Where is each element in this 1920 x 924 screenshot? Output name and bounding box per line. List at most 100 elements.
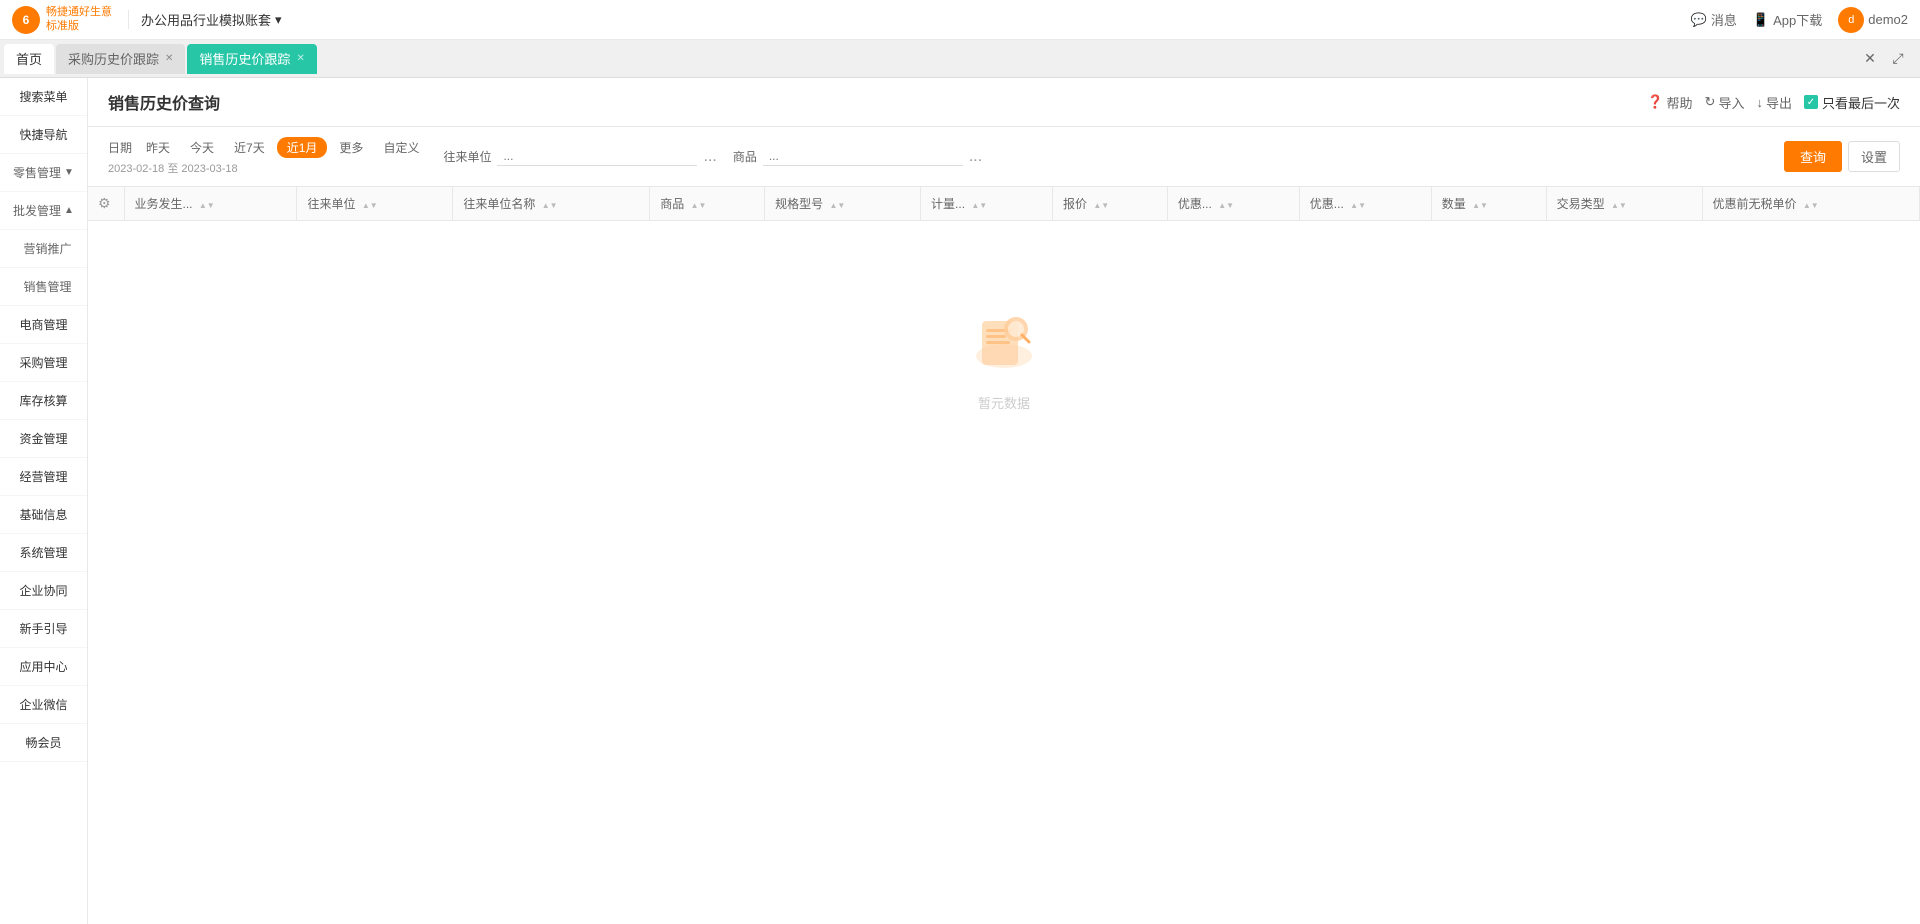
query-button[interactable]: 查询 [1784,141,1842,172]
content-area: 销售历史价查询 ❓ 帮助 ↻ 导入 ↓ 导出 ✓ 只看最后一次 [88,78,1920,924]
sidebar-item-ops-mgmt[interactable]: 经营管理 [0,458,87,496]
sidebar-item-app-center[interactable]: 应用中心 [0,648,87,686]
data-table: ⚙ 业务发生... ▲▼ 往来单位 ▲▼ 往来单位名称 ▲▼ [88,187,1920,221]
help-icon: ❓ [1647,94,1663,110]
tab-home[interactable]: 首页 [4,44,54,74]
sidebar-item-retail-mgmt[interactable]: 零售管理 ▼ [0,154,87,192]
help-link[interactable]: ❓ 帮助 [1647,93,1692,112]
message-nav[interactable]: 💬 消息 [1691,10,1737,29]
sidebar-item-sales-mgmt[interactable]: 销售管理 [0,268,87,306]
header-right: 💬 消息 📱 App下载 d demo2 [1691,7,1908,33]
column-price[interactable]: 报价 ▲▼ [1052,187,1167,221]
sort-icon: ▲▼ [971,202,987,210]
column-product[interactable]: 商品 ▲▼ [650,187,765,221]
export-icon: ↓ [1756,95,1763,110]
date-range-display: 2023-02-18 至 2023-03-18 [108,160,427,176]
logo-area: 6 畅捷通好生意 标准版 [12,6,112,34]
settings-button[interactable]: 设置 [1848,141,1900,172]
column-pretax-price[interactable]: 优惠前无税单价 ▲▼ [1702,187,1920,221]
sidebar-item-enterprise-wechat[interactable]: 企业微信 [0,686,87,724]
date-filter-group: 日期 昨天 今天 近7天 近1月 更多 自定义 2023-02-18 至 202… [108,137,427,176]
column-unit-name[interactable]: 往来单位名称 ▲▼ [453,187,650,221]
tabs-right-actions: ✕ ⤢ [1860,49,1916,69]
gear-icon[interactable]: ⚙ [98,195,111,211]
tab-sales-history[interactable]: 销售历史价跟踪 ✕ [187,44,316,74]
chevron-up-icon: ▲ [64,205,74,216]
message-icon: 💬 [1691,12,1707,28]
column-unit[interactable]: 计量... ▲▼ [921,187,1053,221]
sidebar-item-inventory[interactable]: 库存核算 [0,382,87,420]
sort-icon: ▲▼ [830,202,846,210]
table-container: ⚙ 业务发生... ▲▼ 往来单位 ▲▼ 往来单位名称 ▲▼ [88,187,1920,924]
column-discount2[interactable]: 优惠... ▲▼ [1299,187,1431,221]
download-icon: 📱 [1753,12,1769,28]
page-actions: ❓ 帮助 ↻ 导入 ↓ 导出 ✓ 只看最后一次 [1647,93,1900,112]
date-btn-today[interactable]: 今天 [182,137,222,158]
chevron-down-icon: ▼ [64,167,74,178]
close-tab-button[interactable]: ✕ [1860,49,1880,69]
close-purchase-history-tab[interactable]: ✕ [165,53,173,64]
sidebar-item-purchase-mgmt[interactable]: 采购管理 [0,344,87,382]
sidebar-item-ecom-mgmt[interactable]: 电商管理 [0,306,87,344]
sidebar-item-search-menu[interactable]: 搜索菜单 [0,78,87,116]
column-trade-type[interactable]: 交易类型 ▲▼ [1546,187,1702,221]
user-profile[interactable]: d demo2 [1838,7,1908,33]
avatar: d [1838,7,1864,33]
sort-icon: ▲▼ [1611,202,1627,210]
sort-icon: ▲▼ [362,202,378,210]
sort-icon: ▲▼ [1093,202,1109,210]
column-quantity[interactable]: 数量 ▲▼ [1431,187,1546,221]
empty-illustration [964,301,1044,381]
sort-icon: ▲▼ [1218,202,1234,210]
sidebar: 搜索菜单 快捷导航 零售管理 ▼ 批发管理 ▲ 营销推广 销售管理 电商管理 采… [0,78,88,924]
empty-text: 暂元数据 [978,393,1030,412]
workspace-selector[interactable]: 办公用品行业模拟账套 ▾ [128,10,282,29]
date-btn-7days[interactable]: 近7天 [226,137,273,158]
date-btn-custom[interactable]: 自定义 [375,137,427,158]
header: 6 畅捷通好生意 标准版 办公用品行业模拟账套 ▾ 💬 消息 📱 App下载 d… [0,0,1920,40]
tab-purchase-history[interactable]: 采购历史价跟踪 ✕ [56,44,185,74]
column-discount1[interactable]: 优惠... ▲▼ [1167,187,1299,221]
date-btn-more[interactable]: 更多 [331,137,371,158]
maximize-tab-button[interactable]: ⤢ [1888,49,1908,69]
only-last-checkbox[interactable]: ✓ 只看最后一次 [1804,93,1900,112]
sidebar-item-quick-nav[interactable]: 快捷导航 [0,116,87,154]
header-left: 6 畅捷通好生意 标准版 办公用品行业模拟账套 ▾ [12,6,282,34]
column-spec[interactable]: 规格型号 ▲▼ [765,187,921,221]
sidebar-item-enterprise[interactable]: 企业协同 [0,572,87,610]
export-link[interactable]: ↓ 导出 [1756,93,1792,112]
logo-text: 畅捷通好生意 标准版 [46,6,112,32]
date-btn-yesterday[interactable]: 昨天 [138,137,178,158]
column-settings: ⚙ [88,187,124,221]
filter-bar: 日期 昨天 今天 近7天 近1月 更多 自定义 2023-02-18 至 202… [88,127,1920,187]
page-header: 销售历史价查询 ❓ 帮助 ↻ 导入 ↓ 导出 ✓ 只看最后一次 [88,78,1920,127]
product-search-icon[interactable]: ... [969,148,982,166]
sidebar-item-base-info[interactable]: 基础信息 [0,496,87,534]
import-icon: ↻ [1705,94,1716,110]
date-buttons: 昨天 今天 近7天 近1月 更多 自定义 [138,137,427,158]
date-btn-1month[interactable]: 近1月 [277,137,328,158]
sort-icon: ▲▼ [1350,202,1366,210]
column-unit-code[interactable]: 往来单位 ▲▼ [297,187,453,221]
product-input[interactable] [763,147,963,166]
filter-actions: 查询 设置 [1784,141,1900,172]
sidebar-item-sys-mgmt[interactable]: 系统管理 [0,534,87,572]
sidebar-item-marketing[interactable]: 营销推广 [0,230,87,268]
main-layout: 搜索菜单 快捷导航 零售管理 ▼ 批发管理 ▲ 营销推广 销售管理 电商管理 采… [0,78,1920,924]
close-sales-history-tab[interactable]: ✕ [296,53,304,64]
sidebar-item-finance-mgmt[interactable]: 资金管理 [0,420,87,458]
product-filter-group: 商品 ... [733,147,982,166]
app-download-nav[interactable]: 📱 App下载 [1753,10,1822,29]
product-filter-label: 商品 [733,148,757,165]
import-link[interactable]: ↻ 导入 [1705,93,1745,112]
sort-icon: ▲▼ [542,202,558,210]
sort-icon: ▲▼ [1472,202,1488,210]
column-business-date[interactable]: 业务发生... ▲▼ [124,187,297,221]
tabs-bar: 首页 采购历史价跟踪 ✕ 销售历史价跟踪 ✕ ✕ ⤢ [0,40,1920,78]
sidebar-item-wholesale-mgmt[interactable]: 批发管理 ▲ [0,192,87,230]
logo-icon: 6 [12,6,40,34]
customer-search-icon[interactable]: ... [703,148,716,166]
customer-input[interactable] [497,147,697,166]
sidebar-item-new-guide[interactable]: 新手引导 [0,610,87,648]
sidebar-item-member[interactable]: 畅会员 [0,724,87,762]
